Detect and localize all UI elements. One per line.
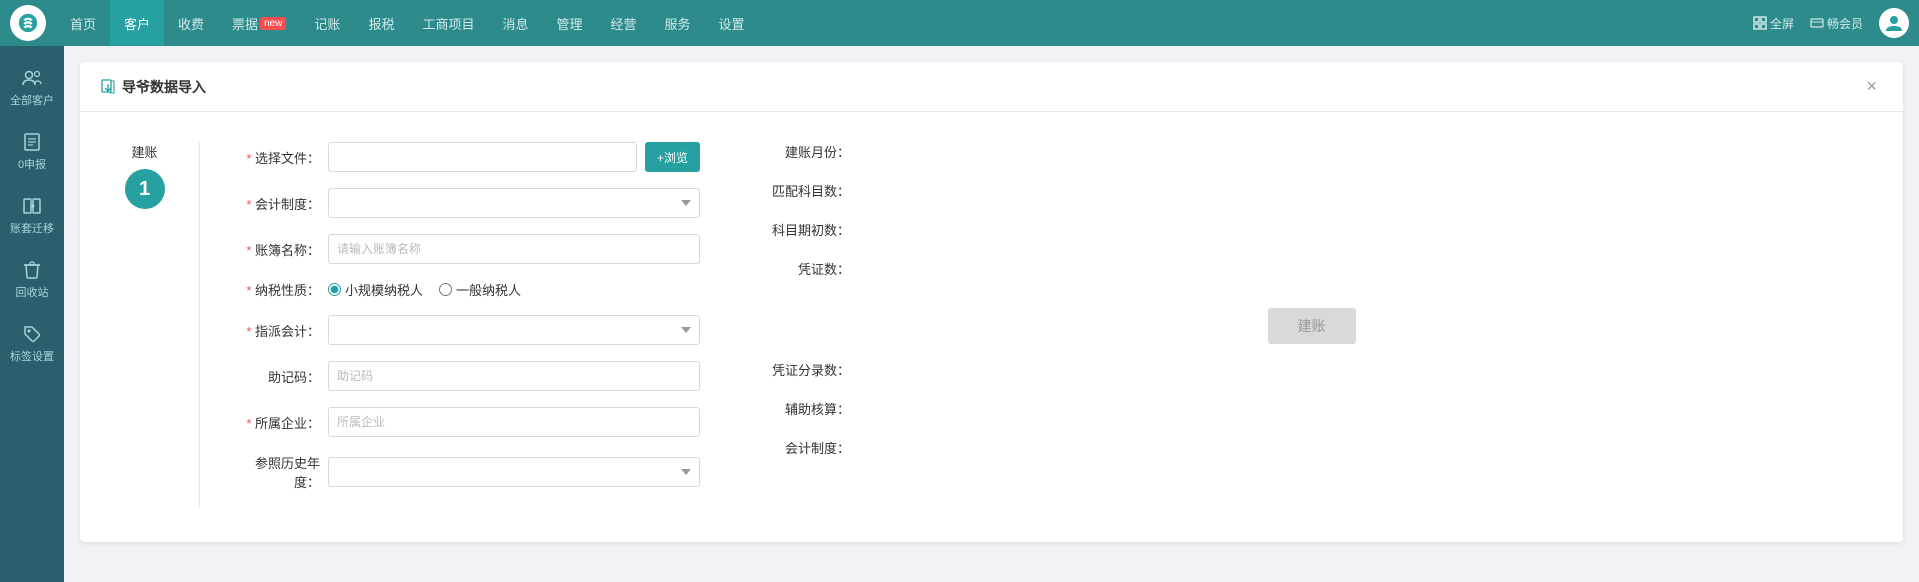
- sidebar-item-tags[interactable]: 标签设置: [0, 312, 64, 376]
- file-input[interactable]: [328, 142, 637, 172]
- tax-type-row: 纳税性质： 小规模纳税人 一般纳税人: [240, 280, 700, 299]
- info-section: 建账月份： 匹配科目数： 科目期初数： 凭证数：: [740, 142, 1863, 507]
- ledger-name-row: 账簿名称：: [240, 234, 700, 264]
- nav-items: 首页 客户 收费 票据 new 记账 报税 工商项目 消息 管理 经营 服务 设…: [56, 0, 1753, 46]
- vip-icon: [1810, 16, 1824, 30]
- accounting-system-label: 会计制度：: [240, 194, 320, 213]
- memo-label: 助记码：: [240, 367, 320, 386]
- history-year-select[interactable]: [328, 457, 700, 487]
- fullscreen-btn[interactable]: 全屏: [1753, 15, 1794, 32]
- nav-item-home[interactable]: 首页: [56, 0, 110, 46]
- sidebar: 全部客户 0申报 账套迁移 回收站: [0, 46, 64, 582]
- fullscreen-icon: [1753, 16, 1767, 30]
- aux-calc-label: 辅助核算：: [760, 399, 850, 418]
- memo-input[interactable]: [328, 361, 700, 391]
- accounting-system-select[interactable]: [328, 188, 700, 218]
- report-icon: [22, 132, 42, 152]
- nav-item-tax[interactable]: 报税: [354, 0, 408, 46]
- tag-icon: [22, 324, 42, 344]
- nav-right: 全屏 畅会员: [1753, 8, 1909, 38]
- file-row: 选择文件： +浏览: [240, 142, 700, 172]
- company-input[interactable]: [328, 407, 700, 437]
- nav-item-fee[interactable]: 收费: [164, 0, 218, 46]
- month-row: 建账月份：: [760, 142, 1863, 161]
- sidebar-item-migrate[interactable]: 账套迁移: [0, 184, 64, 248]
- user-avatar[interactable]: [1879, 8, 1909, 38]
- memo-row: 助记码：: [240, 361, 700, 391]
- nav-item-ledger[interactable]: 记账: [300, 0, 354, 46]
- file-label: 选择文件：: [240, 148, 320, 167]
- info-accounting-system-label: 会计制度：: [760, 438, 850, 457]
- panel-body: 建账 1 选择文件： +浏览 会计制度：: [80, 112, 1903, 537]
- accountant-label: 指派会计：: [240, 321, 320, 340]
- voucher-entry-row: 凭证分录数：: [760, 360, 1863, 379]
- vip-btn[interactable]: 畅会员: [1810, 15, 1863, 32]
- ledger-name-input[interactable]: [328, 234, 700, 264]
- nav-item-service[interactable]: 服务: [651, 0, 705, 46]
- company-row: 所属企业：: [240, 407, 700, 437]
- company-label: 所属企业：: [240, 413, 320, 432]
- sidebar-item-zero-report[interactable]: 0申报: [0, 120, 64, 184]
- tax-type-label: 纳税性质：: [240, 280, 320, 299]
- nav-item-message[interactable]: 消息: [488, 0, 542, 46]
- accountant-select[interactable]: [328, 315, 700, 345]
- tax-general-input[interactable]: [439, 283, 452, 296]
- top-nav: 首页 客户 收费 票据 new 记账 报税 工商项目 消息 管理 经营 服务 设…: [0, 0, 1919, 46]
- content-area: 导爷数据导入 × 建账 1 选择文件： +浏览: [64, 46, 1919, 582]
- nav-item-business[interactable]: 工商项目: [408, 0, 488, 46]
- history-year-row: 参照历史年度：: [240, 453, 700, 491]
- browse-button[interactable]: +浏览: [645, 142, 700, 172]
- step-circle: 1: [125, 169, 165, 209]
- sidebar-item-trash[interactable]: 回收站: [0, 248, 64, 312]
- nav-item-manage[interactable]: 管理: [542, 0, 596, 46]
- tax-small-input[interactable]: [328, 283, 341, 296]
- user-icon: [1884, 13, 1904, 33]
- panel-title: 导爷数据导入: [100, 77, 206, 97]
- panel-close-btn[interactable]: ×: [1860, 74, 1883, 99]
- history-year-label: 参照历史年度：: [240, 453, 320, 491]
- period-initial-row: 科目期初数：: [760, 220, 1863, 239]
- nav-item-customer[interactable]: 客户: [110, 0, 164, 46]
- new-badge: new: [260, 17, 286, 30]
- nav-item-ticket[interactable]: 票据 new: [218, 0, 300, 46]
- nav-item-operation[interactable]: 经营: [597, 0, 651, 46]
- main-layout: 全部客户 0申报 账套迁移 回收站: [0, 46, 1919, 582]
- info-accounting-system-row: 会计制度：: [760, 438, 1863, 457]
- app-logo[interactable]: [10, 5, 46, 41]
- transfer-icon: [22, 196, 42, 216]
- panel-header: 导爷数据导入 ×: [80, 62, 1903, 112]
- voucher-entry-label: 凭证分录数：: [760, 360, 850, 379]
- step-label: 建账: [131, 142, 157, 161]
- build-btn-container: 建账: [760, 298, 1863, 344]
- tax-general-radio[interactable]: 一般纳税人: [439, 280, 521, 299]
- form-section: 选择文件： +浏览 会计制度： 账簿名称：: [240, 142, 700, 507]
- aux-calc-row: 辅助核算：: [760, 399, 1863, 418]
- tax-type-group: 小规模纳税人 一般纳税人: [328, 280, 521, 299]
- import-icon: [100, 79, 116, 95]
- nav-item-settings[interactable]: 设置: [705, 0, 759, 46]
- trash-icon: [22, 260, 42, 280]
- main-panel: 导爷数据导入 × 建账 1 选择文件： +浏览: [80, 62, 1903, 542]
- accounting-system-row: 会计制度：: [240, 188, 700, 218]
- step-section: 建账 1: [120, 142, 200, 507]
- accountant-row: 指派会计：: [240, 315, 700, 345]
- tax-small-radio[interactable]: 小规模纳税人: [328, 280, 423, 299]
- users-icon: [22, 68, 42, 88]
- match-subject-label: 匹配科目数：: [760, 181, 850, 200]
- match-subject-row: 匹配科目数：: [760, 181, 1863, 200]
- build-account-btn[interactable]: 建账: [1268, 308, 1356, 344]
- month-label: 建账月份：: [760, 142, 850, 161]
- ledger-name-label: 账簿名称：: [240, 240, 320, 259]
- voucher-count-label: 凭证数：: [760, 259, 850, 278]
- period-initial-label: 科目期初数：: [760, 220, 850, 239]
- sidebar-item-all-customers[interactable]: 全部客户: [0, 56, 64, 120]
- voucher-count-row: 凭证数：: [760, 259, 1863, 278]
